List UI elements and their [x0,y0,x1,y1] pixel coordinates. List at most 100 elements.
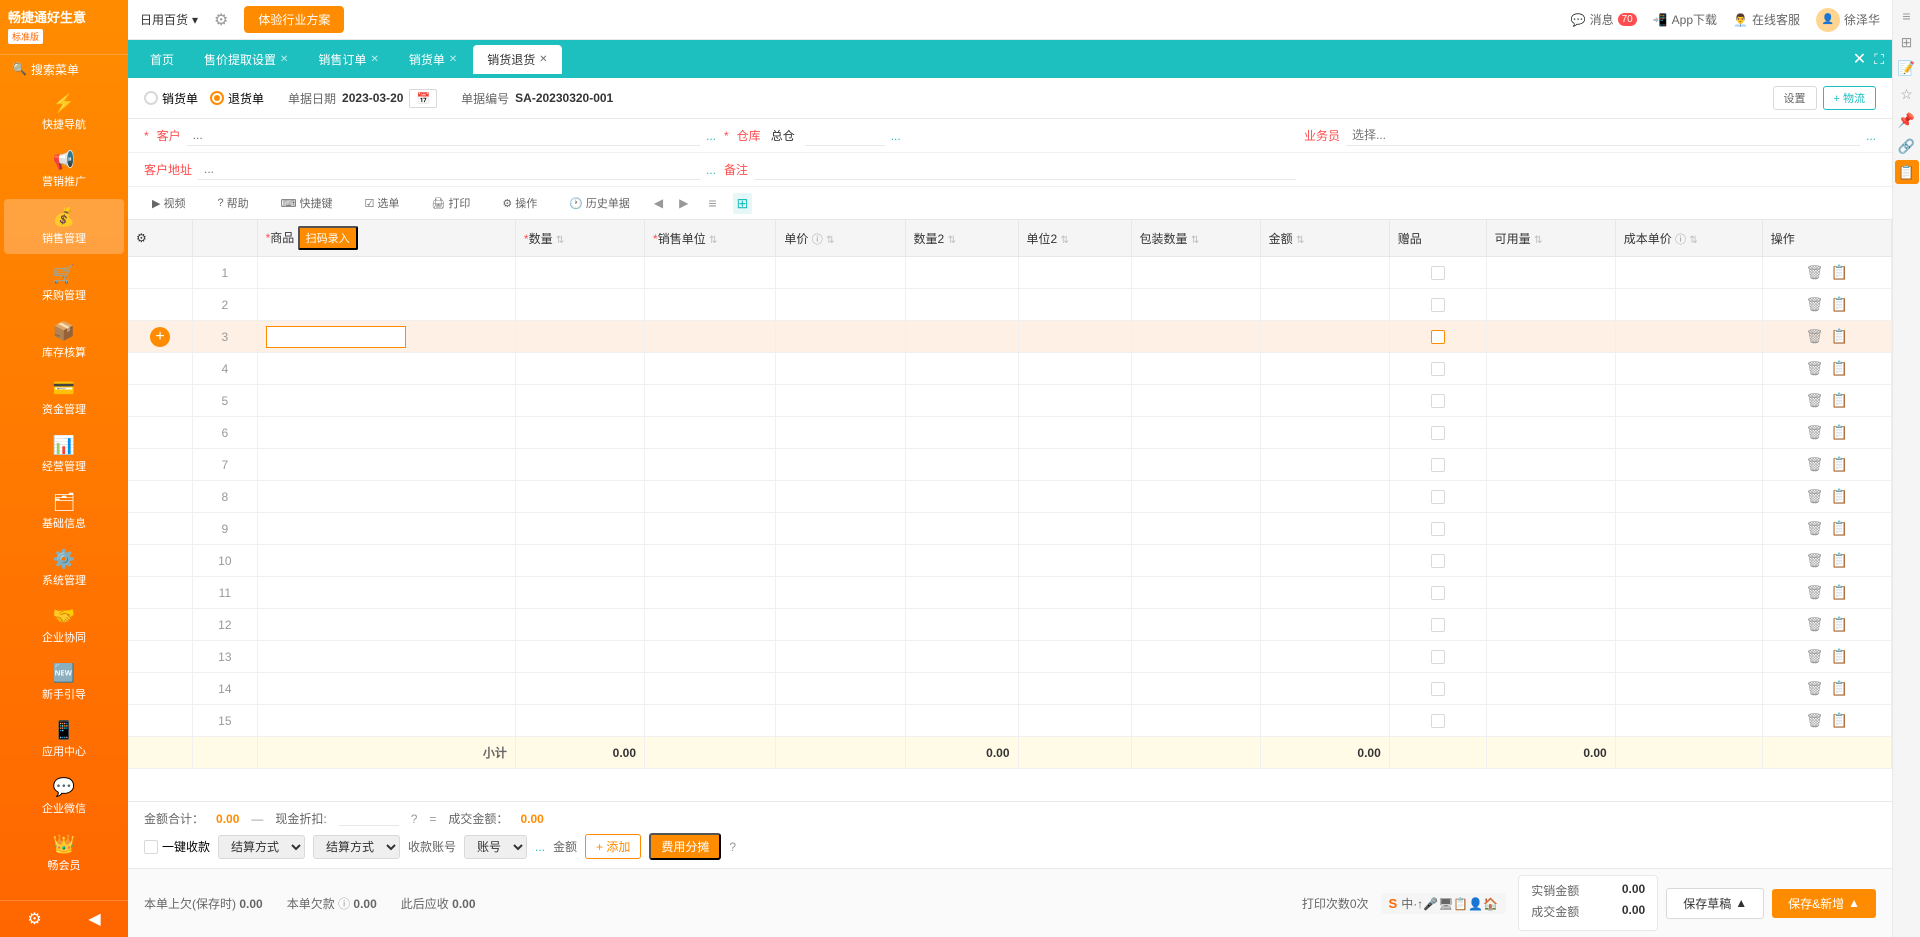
row-cost-4[interactable] [1615,353,1762,385]
delete-row-btn-8[interactable]: 🗑 [1804,486,1826,507]
row-unit-13[interactable] [645,641,776,673]
address-input[interactable] [198,159,700,180]
row-price-10[interactable] [776,545,905,577]
history-btn[interactable]: 🕐 历史单据 [561,192,638,214]
row-amount-15[interactable] [1260,705,1389,737]
row-price-4[interactable] [776,353,905,385]
row-qty-10[interactable] [515,545,644,577]
row-qty2-4[interactable] [905,353,1018,385]
gift-cb-1[interactable] [1431,266,1445,280]
delete-row-btn-14[interactable]: 🗑 [1804,678,1826,699]
payment-method-select[interactable]: 结算方式 [218,835,305,859]
address-more-btn[interactable]: ... [706,163,716,177]
row-cost-15[interactable] [1615,705,1762,737]
tab-sales-return[interactable]: 销货退货 ✕ [473,45,561,74]
customer-more-btn[interactable]: ... [706,129,716,143]
row-gift-15[interactable] [1389,705,1486,737]
row-qty-1[interactable] [515,257,644,289]
row-pkgqty-1[interactable] [1131,257,1260,289]
row-unit2-4[interactable] [1018,353,1131,385]
tab-sales-order[interactable]: 销售订单 ✕ [304,45,392,74]
row-unit2-12[interactable] [1018,609,1131,641]
row-avail-5[interactable] [1486,385,1615,417]
trial-btn[interactable]: 体验行业方案 [244,6,344,33]
gift-cb-5[interactable] [1431,394,1445,408]
gift-cb-10[interactable] [1431,554,1445,568]
ops-btn[interactable]: ⚙ 操作 [494,192,545,214]
salesperson-more-btn[interactable]: ... [1866,129,1876,143]
row-unit-4[interactable] [645,353,776,385]
row-unit2-14[interactable] [1018,673,1131,705]
one-click-checkbox[interactable]: 一键收款 [144,838,210,855]
row-unit-12[interactable] [645,609,776,641]
copy-row-btn-13[interactable]: 📋 [1829,646,1850,667]
one-click-cb[interactable] [144,840,158,854]
sidebar-item-operations[interactable]: 📊 经营管理 [4,427,124,482]
gift-cb-13[interactable] [1431,650,1445,664]
row-unit-11[interactable] [645,577,776,609]
row-unit2-11[interactable] [1018,577,1131,609]
right-tool-list[interactable]: ≡ [1895,4,1919,28]
gift-cb-8[interactable] [1431,490,1445,504]
row-qty-9[interactable] [515,513,644,545]
delete-row-btn-6[interactable]: 🗑 [1804,422,1826,443]
right-tool-star[interactable]: ☆ [1895,82,1919,106]
logistics-btn[interactable]: + 物流 [1823,86,1876,110]
gift-cb-12[interactable] [1431,618,1445,632]
row-avail-14[interactable] [1486,673,1615,705]
row-pkgqty-6[interactable] [1131,417,1260,449]
row-avail-10[interactable] [1486,545,1615,577]
delete-row-btn-5[interactable]: 🗑 [1804,390,1826,411]
save-draft-btn[interactable]: 保存草稿 ▲ [1666,888,1764,919]
row-qty-2[interactable] [515,289,644,321]
row-gift-11[interactable] [1389,577,1486,609]
delete-row-btn-4[interactable]: 🗑 [1804,358,1826,379]
row-amount-5[interactable] [1260,385,1389,417]
delete-row-btn-10[interactable]: 🗑 [1804,550,1826,571]
qty2-sort[interactable]: ⇅ [948,235,956,246]
row-amount-6[interactable] [1260,417,1389,449]
gift-cb-4[interactable] [1431,362,1445,376]
row-gift-8[interactable] [1389,481,1486,513]
sidebar-item-wechat[interactable]: 💬 企业微信 [4,769,124,824]
row-qty-3[interactable] [515,321,644,353]
tab-sales-bill[interactable]: 销货单 ✕ [395,45,471,74]
row-amount-10[interactable] [1260,545,1389,577]
row-amount-4[interactable] [1260,353,1389,385]
row-unit2-7[interactable] [1018,449,1131,481]
save-new-btn[interactable]: 保存&新增 ▲ [1772,889,1876,918]
copy-row-btn-10[interactable]: 📋 [1829,550,1850,571]
copy-row-btn-14[interactable]: 📋 [1829,678,1850,699]
tab-sales-order-close[interactable]: ✕ [370,54,378,65]
sidebar-item-vip[interactable]: 👑 畅会员 [4,826,124,881]
row-cost-8[interactable] [1615,481,1762,513]
date-picker-btn[interactable]: 📅 [409,89,437,108]
row-amount-12[interactable] [1260,609,1389,641]
gift-cb-9[interactable] [1431,522,1445,536]
salesperson-input[interactable] [1346,125,1860,146]
gift-cb-6[interactable] [1431,426,1445,440]
row-qty2-2[interactable] [905,289,1018,321]
tab-sales-bill-close[interactable]: ✕ [449,54,457,65]
shortcut-btn[interactable]: ⌨ 快捷键 [273,192,341,214]
copy-row-btn-2[interactable]: 📋 [1829,294,1850,315]
row-unit-2[interactable] [645,289,776,321]
row-cost-7[interactable] [1615,449,1762,481]
delete-row-btn-13[interactable]: 🗑 [1804,646,1826,667]
settings-btn[interactable]: 设置 [1773,86,1817,110]
row-amount-3[interactable] [1260,321,1389,353]
goods-input-3[interactable] [266,326,406,348]
row-cost-2[interactable] [1615,289,1762,321]
row-price-2[interactable] [776,289,905,321]
next-btn[interactable]: ▶ [679,196,688,210]
row-avail-2[interactable] [1486,289,1615,321]
row-qty2-10[interactable] [905,545,1018,577]
add-payment-btn[interactable]: + 添加 [585,834,641,859]
row-qty2-1[interactable] [905,257,1018,289]
row-qty2-6[interactable] [905,417,1018,449]
row-qty-11[interactable] [515,577,644,609]
row-price-8[interactable] [776,481,905,513]
row-amount-8[interactable] [1260,481,1389,513]
online-service-btn[interactable]: 👨‍💼 在线客服 [1733,11,1800,28]
row-unit2-2[interactable] [1018,289,1131,321]
